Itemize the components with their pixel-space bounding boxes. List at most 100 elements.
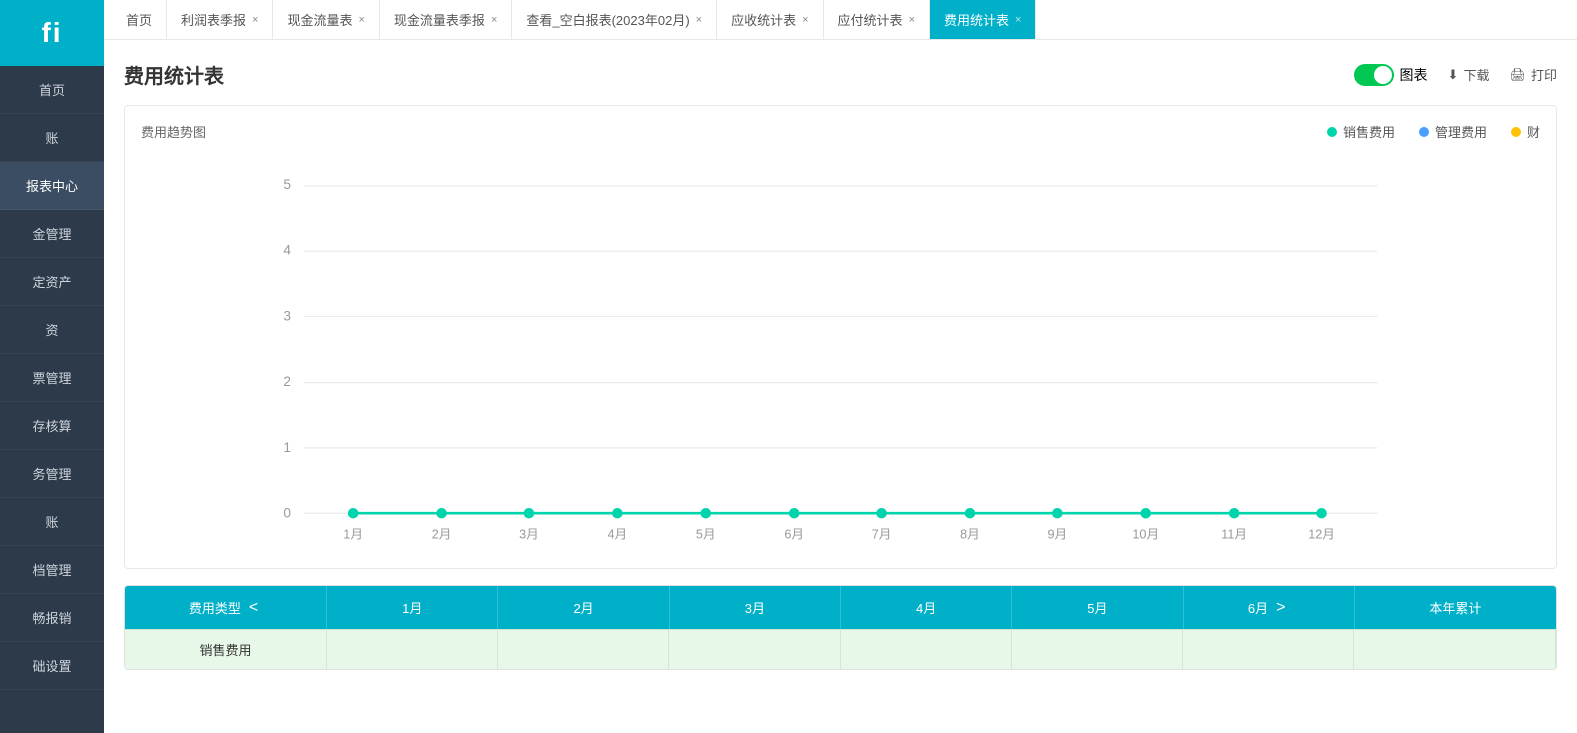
sidebar-item-fixed-assets[interactable]: 定资产 — [0, 258, 104, 306]
sidebar-item-cancel[interactable]: 畅报销 — [0, 594, 104, 642]
legend-sales-label: 销售费用 — [1343, 122, 1395, 141]
chart-svg-wrap: 5 4 3 2 1 0 — [141, 149, 1540, 552]
sidebar-item-capital[interactable]: 资 — [0, 306, 104, 354]
svg-text:3: 3 — [283, 309, 291, 324]
chart-container: 费用趋势图 销售费用 管理费用 财 — [124, 105, 1557, 569]
svg-text:12月: 12月 — [1308, 527, 1335, 541]
sidebar-item-report[interactable]: 报表中心 — [0, 162, 104, 210]
tab-profit-close[interactable]: × — [252, 14, 258, 26]
svg-text:1: 1 — [283, 440, 291, 455]
app-logo: fi — [0, 0, 104, 66]
download-label: 下载 — [1463, 65, 1489, 84]
legend-sales-dot — [1327, 127, 1337, 137]
svg-text:2: 2 — [283, 374, 291, 389]
table-nav-prev[interactable]: < — [245, 599, 262, 617]
page-title: 费用统计表 — [124, 60, 224, 89]
legend-finance-dot — [1511, 127, 1521, 137]
print-icon: 🖨 — [1509, 67, 1526, 83]
chart-legend: 销售费用 管理费用 财 — [1327, 122, 1540, 141]
legend-sales: 销售费用 — [1327, 122, 1395, 141]
print-button[interactable]: 🖨 打印 — [1509, 65, 1557, 84]
chart-toggle-wrap[interactable]: 图表 — [1354, 64, 1428, 86]
svg-text:2月: 2月 — [432, 527, 452, 541]
svg-text:1月: 1月 — [343, 527, 363, 541]
col-month5: 5月 — [1012, 586, 1183, 629]
legend-admin-dot — [1419, 127, 1429, 137]
print-label: 打印 — [1531, 65, 1557, 84]
tab-cashflow-label: 现金流量表 — [287, 10, 352, 29]
download-icon: ⬇ — [1448, 67, 1459, 83]
tab-blank-report[interactable]: 查看_空白报表(2023年02月) × — [512, 0, 717, 40]
legend-finance-label: 财 — [1527, 122, 1540, 141]
svg-text:9月: 9月 — [1048, 527, 1068, 541]
sidebar-item-settings[interactable]: 础设置 — [0, 642, 104, 690]
col-type[interactable]: 费用类型 < — [125, 586, 327, 629]
page-header: 费用统计表 图表 ⬇ 下载 🖨 打印 — [124, 60, 1557, 89]
svg-text:5: 5 — [283, 177, 291, 192]
tab-blank-report-close[interactable]: × — [696, 14, 702, 26]
row-m2-cell — [498, 630, 669, 669]
col-type-label: 费用类型 — [189, 598, 241, 617]
col-ytd: 本年累计 — [1355, 586, 1556, 629]
tab-profit[interactable]: 利润表季报 × — [167, 0, 273, 40]
tab-receivable-close[interactable]: × — [802, 14, 808, 26]
data-table: 费用类型 < 1月 2月 3月 4月 5月 6月 > 本年累计 销售费用 — [124, 585, 1557, 670]
col-month6-label: 6月 — [1248, 598, 1268, 617]
main-area: 首页 利润表季报 × 现金流量表 × 现金流量表季报 × 查看_空白报表(202… — [104, 0, 1577, 733]
header-actions: 图表 ⬇ 下载 🖨 打印 — [1354, 64, 1557, 86]
row-type-cell: 销售费用 — [125, 630, 327, 669]
legend-admin-label: 管理费用 — [1435, 122, 1487, 141]
svg-text:6月: 6月 — [784, 527, 804, 541]
content-area: 费用统计表 图表 ⬇ 下载 🖨 打印 费用趋势图 — [104, 40, 1577, 733]
col-month3: 3月 — [670, 586, 841, 629]
svg-text:0: 0 — [283, 505, 291, 520]
sidebar-item-account[interactable]: 账 — [0, 114, 104, 162]
tab-receivable[interactable]: 应收统计表 × — [717, 0, 823, 40]
col-month6[interactable]: 6月 > — [1184, 586, 1355, 629]
tab-payable-close[interactable]: × — [909, 14, 915, 26]
sidebar-item-ledger[interactable]: 账 — [0, 498, 104, 546]
row-m4-cell — [841, 630, 1012, 669]
tab-blank-report-label: 查看_空白报表(2023年02月) — [526, 10, 689, 29]
tab-expense[interactable]: 费用统计表 × — [930, 0, 1036, 40]
tab-receivable-label: 应收统计表 — [731, 10, 796, 29]
row-m5-cell — [1012, 630, 1183, 669]
row-m6-cell — [1183, 630, 1354, 669]
svg-text:11月: 11月 — [1221, 527, 1247, 541]
tab-payable-label: 应付统计表 — [838, 10, 903, 29]
download-button[interactable]: ⬇ 下载 — [1448, 65, 1490, 84]
svg-text:4: 4 — [283, 242, 291, 257]
chart-svg: 5 4 3 2 1 0 — [141, 149, 1540, 549]
table-header: 费用类型 < 1月 2月 3月 4月 5月 6月 > 本年累计 — [125, 586, 1556, 629]
svg-text:4月: 4月 — [608, 527, 628, 541]
tab-cashflow-quarter-close[interactable]: × — [491, 14, 497, 26]
col-month1: 1月 — [327, 586, 498, 629]
sidebar-item-home[interactable]: 首页 — [0, 66, 104, 114]
chart-title: 费用趋势图 — [141, 122, 206, 141]
svg-text:3月: 3月 — [519, 527, 539, 541]
tab-payable[interactable]: 应付统计表 × — [824, 0, 930, 40]
svg-text:5月: 5月 — [696, 527, 716, 541]
legend-finance: 财 — [1511, 122, 1540, 141]
chart-toggle[interactable] — [1354, 64, 1394, 86]
svg-text:10月: 10月 — [1132, 527, 1159, 541]
sidebar-item-inventory[interactable]: 存核算 — [0, 402, 104, 450]
tab-cashflow-quarter[interactable]: 现金流量表季报 × — [380, 0, 512, 40]
row-ytd-cell — [1354, 630, 1556, 669]
col-month4: 4月 — [841, 586, 1012, 629]
sidebar-item-funds[interactable]: 金管理 — [0, 210, 104, 258]
svg-text:8月: 8月 — [960, 527, 980, 541]
sidebar-item-archives[interactable]: 档管理 — [0, 546, 104, 594]
table-row: 销售费用 — [125, 629, 1556, 669]
table-nav-next[interactable]: > — [1272, 599, 1289, 617]
tab-cashflow-close[interactable]: × — [358, 14, 364, 26]
tab-cashflow[interactable]: 现金流量表 × — [273, 0, 379, 40]
sidebar-item-business[interactable]: 务管理 — [0, 450, 104, 498]
svg-text:7月: 7月 — [872, 527, 892, 541]
tab-home[interactable]: 首页 — [112, 0, 167, 40]
sidebar-item-invoice[interactable]: 票管理 — [0, 354, 104, 402]
tab-expense-label: 费用统计表 — [944, 10, 1009, 29]
tab-cashflow-quarter-label: 现金流量表季报 — [394, 10, 485, 29]
tab-expense-close[interactable]: × — [1015, 14, 1021, 26]
col-month2: 2月 — [498, 586, 669, 629]
